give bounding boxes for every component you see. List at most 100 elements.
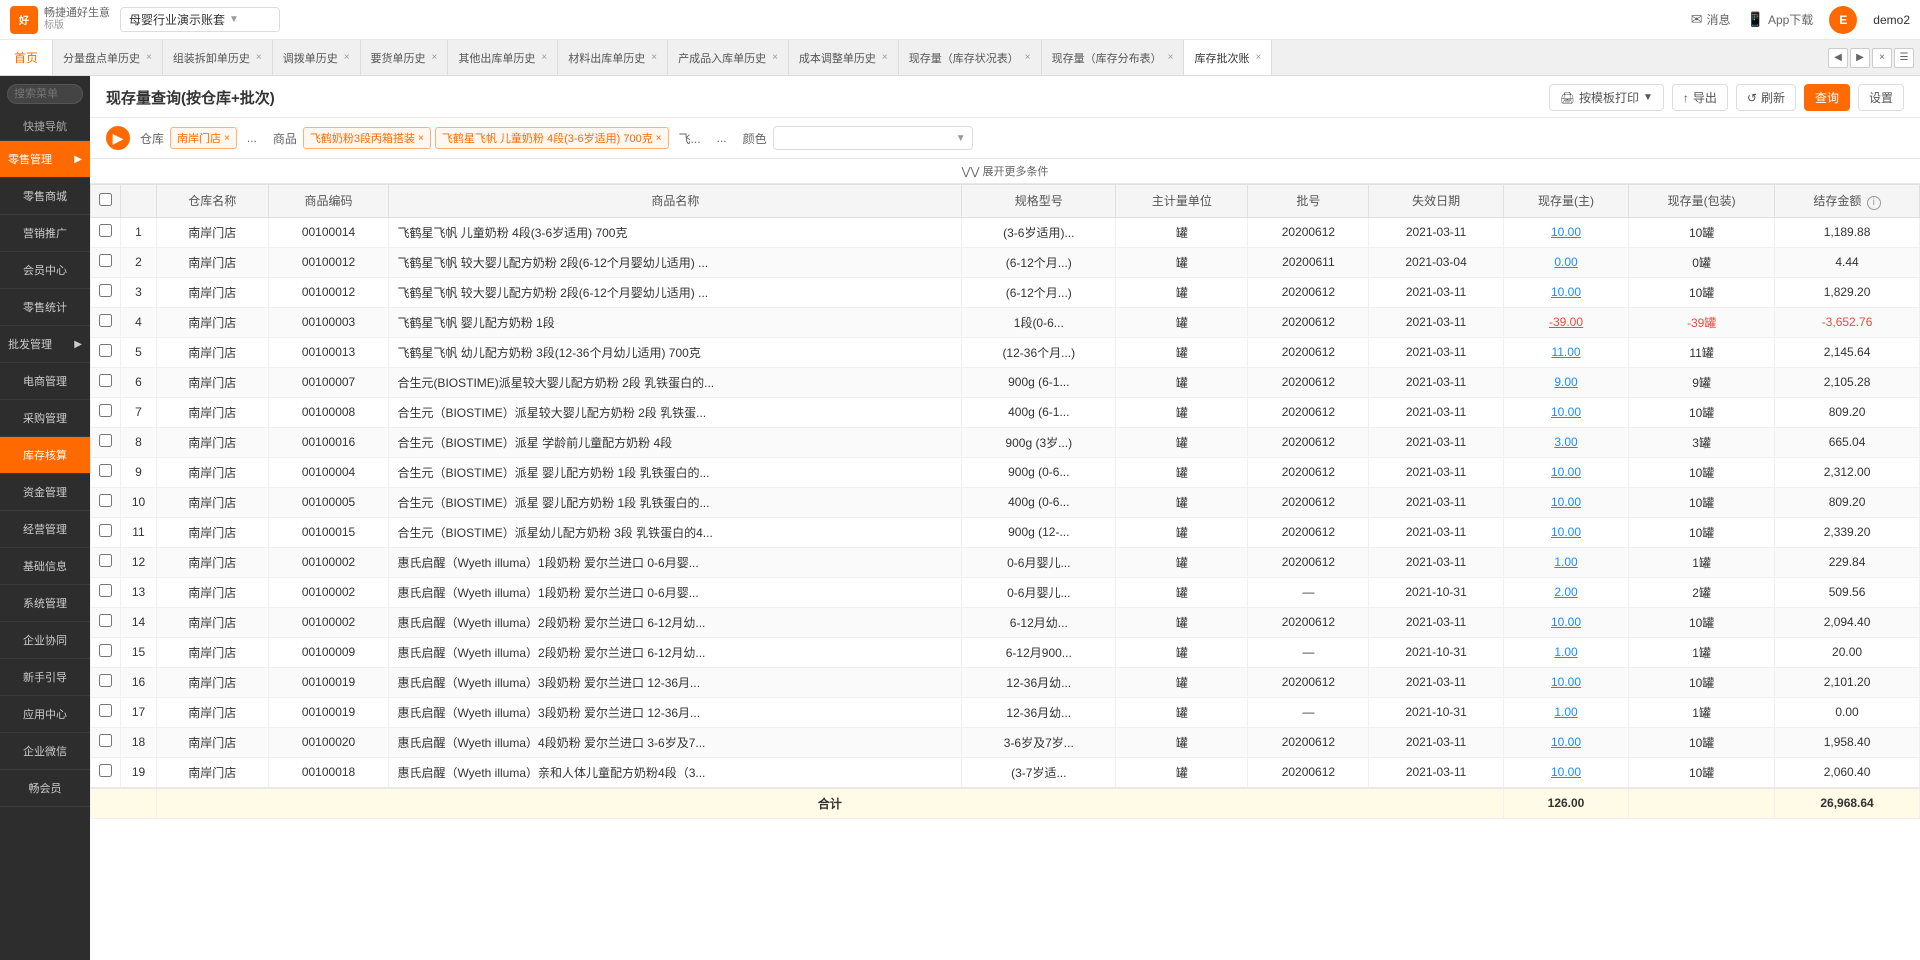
row-checkbox[interactable] (91, 637, 121, 667)
tab-close-3[interactable]: × (432, 52, 438, 63)
warehouse-more-btn[interactable]: ... (241, 129, 263, 147)
row-stock-main[interactable]: 3.00 (1503, 427, 1628, 457)
product-tag-0-close[interactable]: × (418, 133, 424, 144)
sidebar-item-enterprise[interactable]: 企业协同 (0, 622, 90, 659)
row-stock-main[interactable]: 1.00 (1503, 637, 1628, 667)
messages-button[interactable]: ✉ 消息 (1691, 11, 1731, 28)
tab-close-4[interactable]: × (541, 52, 547, 63)
print-button[interactable]: 🖨 按模板打印 ▼ (1549, 84, 1664, 111)
row-stock-main[interactable]: 10.00 (1503, 727, 1628, 757)
sidebar-item-inventory[interactable]: 库存核算 (0, 437, 90, 474)
tab-item-2[interactable]: 调拨单历史 × (273, 40, 361, 75)
product-tag-1[interactable]: 飞鹤星飞帆 儿童奶粉 4段(3-6岁适用) 700克 × (435, 127, 669, 149)
row-stock-main[interactable]: 10.00 (1503, 217, 1628, 247)
refresh-button[interactable]: ↺ 刷新 (1736, 84, 1796, 111)
tab-next-button[interactable]: ▶ (1850, 48, 1870, 68)
row-checkbox[interactable] (91, 487, 121, 517)
row-checkbox[interactable] (91, 547, 121, 577)
sidebar-item-retail-stats[interactable]: 零售统计 (0, 289, 90, 326)
select-all-checkbox[interactable] (99, 193, 112, 206)
sidebar-item-finance[interactable]: 资金管理 (0, 474, 90, 511)
row-stock-main[interactable]: -39.00 (1503, 307, 1628, 337)
row-checkbox[interactable] (91, 397, 121, 427)
sidebar-item-quick-nav[interactable]: 快捷导航 (0, 112, 90, 141)
row-stock-main[interactable]: 10.00 (1503, 757, 1628, 788)
row-checkbox[interactable] (91, 337, 121, 367)
sidebar-item-member2[interactable]: 畅会员 (0, 770, 90, 807)
row-stock-main[interactable]: 11.00 (1503, 337, 1628, 367)
row-stock-main[interactable]: 10.00 (1503, 277, 1628, 307)
tab-item-1[interactable]: 组装拆卸单历史 × (163, 40, 273, 75)
row-checkbox[interactable] (91, 307, 121, 337)
expand-more-button[interactable]: ⋁⋁ 展开更多条件 (961, 163, 1048, 179)
row-checkbox[interactable] (91, 517, 121, 547)
tab-item-8[interactable]: 现存量（库存状况表） × (899, 40, 1042, 75)
col-checkbox[interactable] (91, 185, 121, 218)
tab-close-all-button[interactable]: × (1872, 48, 1892, 68)
row-stock-main[interactable]: 10.00 (1503, 487, 1628, 517)
row-stock-main[interactable]: 10.00 (1503, 607, 1628, 637)
warehouse-tag[interactable]: 南岸门店 × (170, 127, 237, 149)
tab-item-3[interactable]: 要货单历史 × (361, 40, 449, 75)
row-stock-main[interactable]: 1.00 (1503, 547, 1628, 577)
tab-item-0[interactable]: 分量盘点单历史 × (53, 40, 163, 75)
row-checkbox[interactable] (91, 367, 121, 397)
sidebar-item-wholesale[interactable]: 批发管理 ▶ (0, 326, 90, 363)
tab-close-1[interactable]: × (256, 52, 262, 63)
sidebar-item-marketing[interactable]: 营销推广 (0, 215, 90, 252)
tab-item-9[interactable]: 现存量（库存分布表） × (1042, 40, 1185, 75)
sidebar-item-purchase[interactable]: 采购管理 (0, 400, 90, 437)
row-checkbox[interactable] (91, 757, 121, 788)
tab-close-5[interactable]: × (651, 52, 657, 63)
tab-home[interactable]: 首页 (0, 40, 53, 75)
row-stock-main[interactable]: 10.00 (1503, 457, 1628, 487)
tab-close-7[interactable]: × (882, 52, 888, 63)
warehouse-tag-close[interactable]: × (224, 133, 230, 144)
row-stock-main[interactable]: 10.00 (1503, 667, 1628, 697)
tab-menu-button[interactable]: ☰ (1894, 48, 1914, 68)
sidebar-item-mall[interactable]: 零售商城 (0, 178, 90, 215)
row-checkbox[interactable] (91, 727, 121, 757)
tab-item-10[interactable]: 库存批次账 × (1184, 40, 1272, 75)
product-more[interactable]: 飞... (673, 128, 707, 149)
tab-close-0[interactable]: × (146, 52, 152, 63)
tab-close-2[interactable]: × (344, 52, 350, 63)
tab-close-8[interactable]: × (1025, 52, 1031, 63)
sidebar-item-wechat[interactable]: 企业微信 (0, 733, 90, 770)
row-stock-main[interactable]: 0.00 (1503, 247, 1628, 277)
sidebar-item-member[interactable]: 会员中心 (0, 252, 90, 289)
tab-close-6[interactable]: × (772, 52, 778, 63)
tab-close-9[interactable]: × (1168, 52, 1174, 63)
sidebar-item-app-center[interactable]: 应用中心 (0, 696, 90, 733)
row-checkbox[interactable] (91, 457, 121, 487)
tab-item-6[interactable]: 产成品入库单历史 × (668, 40, 789, 75)
settings-button[interactable]: 设置 (1858, 84, 1904, 111)
tab-close-10[interactable]: × (1255, 52, 1261, 63)
sidebar-item-ecommerce[interactable]: 电商管理 (0, 363, 90, 400)
export-button[interactable]: ↑ 导出 (1672, 84, 1728, 111)
filter-toggle-button[interactable]: ▶ (106, 126, 130, 150)
search-input[interactable] (7, 84, 83, 104)
user-avatar[interactable]: E (1829, 6, 1857, 34)
tab-item-5[interactable]: 材料出库单历史 × (558, 40, 668, 75)
sidebar-item-guide[interactable]: 新手引导 (0, 659, 90, 696)
row-checkbox[interactable] (91, 277, 121, 307)
row-stock-main[interactable]: 10.00 (1503, 517, 1628, 547)
row-stock-main[interactable]: 9.00 (1503, 367, 1628, 397)
tab-prev-button[interactable]: ◀ (1828, 48, 1848, 68)
product-tag-1-close[interactable]: × (656, 133, 662, 144)
sidebar-item-management[interactable]: 经营管理 (0, 511, 90, 548)
product-tag-0[interactable]: 飞鹤奶粉3段丙箱搭装 × (303, 127, 431, 149)
row-checkbox[interactable] (91, 427, 121, 457)
row-stock-main[interactable]: 1.00 (1503, 697, 1628, 727)
tab-item-4[interactable]: 其他出库单历史 × (448, 40, 558, 75)
balance-info-icon[interactable]: i (1867, 196, 1881, 210)
sidebar-item-basic-info[interactable]: 基础信息 (0, 548, 90, 585)
sidebar-item-system[interactable]: 系统管理 (0, 585, 90, 622)
row-checkbox[interactable] (91, 697, 121, 727)
row-stock-main[interactable]: 10.00 (1503, 397, 1628, 427)
product-dots-btn[interactable]: ... (711, 129, 733, 147)
query-button[interactable]: 查询 (1804, 84, 1850, 111)
store-selector[interactable]: 母婴行业演示账套 ▼ (120, 7, 280, 32)
row-checkbox[interactable] (91, 217, 121, 247)
